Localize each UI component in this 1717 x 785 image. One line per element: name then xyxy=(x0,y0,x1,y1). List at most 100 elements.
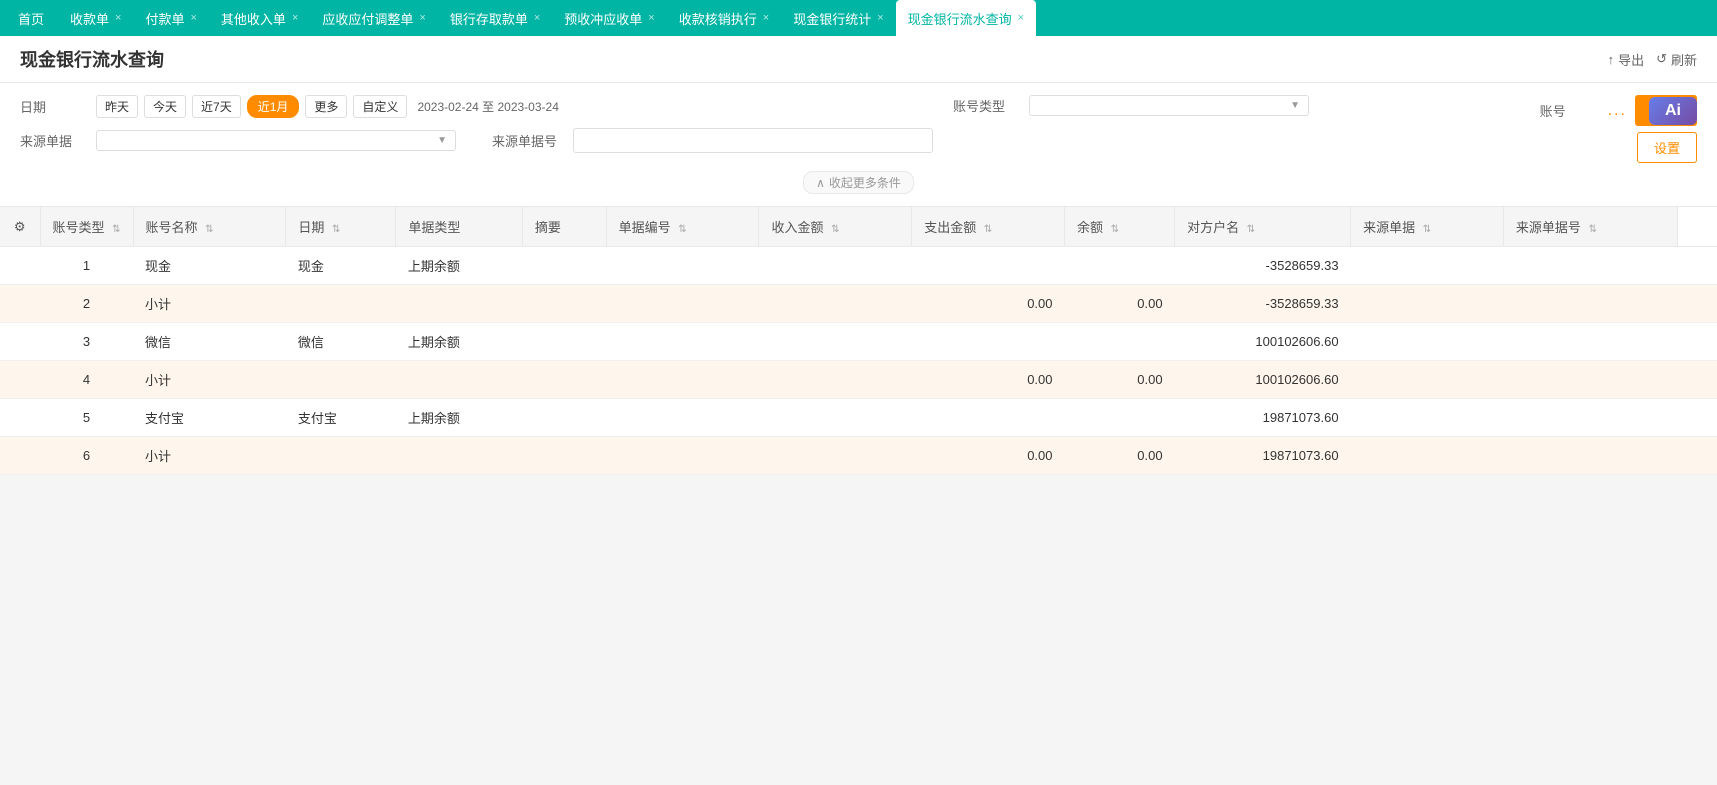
table-row[interactable]: 6小计0.000.0019871073.60 xyxy=(0,437,1717,475)
col-doc-no[interactable]: 单据编号 ⇅ xyxy=(606,207,759,247)
doc-type-cell xyxy=(522,247,606,285)
col-source-doc-no[interactable]: 来源单据号 ⇅ xyxy=(1503,207,1677,247)
col-expense[interactable]: 支出金额 ⇅ xyxy=(912,207,1065,247)
col-account-name[interactable]: 账号名称 ⇅ xyxy=(133,207,286,247)
table-row[interactable]: 1现金现金上期余额-3528659.33 xyxy=(0,247,1717,285)
table-row[interactable]: 2小计0.000.00-3528659.33 xyxy=(0,285,1717,323)
close-icon[interactable]: × xyxy=(877,12,883,24)
counterpart-cell xyxy=(1351,247,1504,285)
col-date[interactable]: 日期 ⇅ xyxy=(286,207,396,247)
source-doc-select[interactable]: ▼ xyxy=(96,130,456,151)
nav-item-qitashoru[interactable]: 其他收入单 × xyxy=(209,0,310,36)
source-doc-cell xyxy=(1503,285,1677,323)
close-icon[interactable]: × xyxy=(190,12,196,24)
source-doc-no-cell xyxy=(1677,437,1717,475)
doc-no-cell xyxy=(759,437,912,475)
summary-cell xyxy=(606,361,759,399)
nav-item-yingshoutiaozheng[interactable]: 应收应付调整单 × xyxy=(310,0,437,36)
export-button[interactable]: ↑ 导出 xyxy=(1608,50,1645,69)
doc-no-cell xyxy=(759,399,912,437)
last1month-btn[interactable]: 近1月 xyxy=(247,95,300,118)
ai-badge[interactable]: Ai xyxy=(1649,97,1697,125)
summary-cell xyxy=(606,399,759,437)
col-counterpart[interactable]: 对方户名 ⇅ xyxy=(1175,207,1351,247)
account-name-cell: 微信 xyxy=(286,323,396,361)
col-balance[interactable]: 余额 ⇅ xyxy=(1065,207,1175,247)
chevron-down-icon: ▼ xyxy=(437,135,447,146)
last7days-btn[interactable]: 近7天 xyxy=(192,95,241,118)
close-icon[interactable]: × xyxy=(1018,12,1024,24)
expense-cell: 0.00 xyxy=(1065,285,1175,323)
col-source-doc[interactable]: 来源单据 ⇅ xyxy=(1351,207,1504,247)
nav-item-shoukuanhexiao[interactable]: 收款核销执行 × xyxy=(667,0,781,36)
account-type-cell: 支付宝 xyxy=(133,399,286,437)
date-options: 昨天 今天 近7天 近1月 更多 自定义 2023-02-24 至 2023-0… xyxy=(96,95,559,118)
col-income[interactable]: 收入金额 ⇅ xyxy=(759,207,912,247)
account-type-cell: 小计 xyxy=(133,285,286,323)
filter-row-date: 日期 昨天 今天 近7天 近1月 更多 自定义 2023-02-24 至 202… xyxy=(20,95,933,118)
filter-row-source: 来源单据 ▼ 来源单据号 xyxy=(20,128,933,153)
close-icon[interactable]: × xyxy=(648,12,654,24)
yesterday-btn[interactable]: 昨天 xyxy=(96,95,138,118)
more-btn[interactable]: 更多 xyxy=(305,95,347,118)
nav-item-fukuan[interactable]: 付款单 × xyxy=(133,0,208,36)
summary-cell xyxy=(606,285,759,323)
col-doc-type[interactable]: 单据类型 xyxy=(396,207,522,247)
source-doc-no-cell xyxy=(1677,247,1717,285)
page-header: 现金银行流水查询 ↑ 导出 ↺ 刷新 xyxy=(0,36,1717,83)
source-doc-no-input[interactable] xyxy=(573,128,933,153)
nav-item-xianjinyinhang[interactable]: 现金银行统计 × xyxy=(781,0,895,36)
table-row[interactable]: 5支付宝支付宝上期余额19871073.60 xyxy=(0,399,1717,437)
row-settings-cell xyxy=(0,323,40,361)
nav-item-yushouchong[interactable]: 预收冲应收单 × xyxy=(552,0,666,36)
refresh-icon: ↺ xyxy=(1656,51,1667,67)
filter-row-account-type: 账号类型 ▼ xyxy=(953,95,1477,116)
income-cell: 0.00 xyxy=(912,437,1065,475)
today-btn[interactable]: 今天 xyxy=(144,95,186,118)
income-cell xyxy=(912,399,1065,437)
summary-cell xyxy=(606,247,759,285)
header-actions: ↑ 导出 ↺ 刷新 xyxy=(1608,50,1697,69)
source-doc-no-cell xyxy=(1677,399,1717,437)
col-summary[interactable]: 摘要 xyxy=(522,207,606,247)
account-dots-btn[interactable]: ... xyxy=(1608,102,1627,120)
date-cell: 上期余额 xyxy=(396,323,522,361)
collapse-button[interactable]: ∧ 收起更多条件 xyxy=(803,171,914,194)
close-icon[interactable]: × xyxy=(115,12,121,24)
close-icon[interactable]: × xyxy=(534,12,540,24)
summary-cell xyxy=(606,323,759,361)
nav-item-yinhangcunqu[interactable]: 银行存取款单 × xyxy=(438,0,552,36)
close-icon[interactable]: × xyxy=(292,12,298,24)
refresh-button[interactable]: ↺ 刷新 xyxy=(1656,50,1697,69)
income-cell: 0.00 xyxy=(912,285,1065,323)
date-cell xyxy=(396,285,522,323)
doc-type-cell xyxy=(522,437,606,475)
account-type-select[interactable]: ▼ xyxy=(1029,95,1309,116)
col-settings[interactable]: ⚙ xyxy=(0,207,40,247)
sort-icon: ⇅ xyxy=(1423,224,1431,235)
custom-btn[interactable]: 自定义 xyxy=(353,95,407,118)
table-row[interactable]: 4小计0.000.00100102606.60 xyxy=(0,361,1717,399)
doc-no-cell xyxy=(759,361,912,399)
balance-cell: -3528659.33 xyxy=(1175,285,1351,323)
nav-home[interactable]: 首页 xyxy=(4,0,58,36)
table-row[interactable]: 3微信微信上期余额100102606.60 xyxy=(0,323,1717,361)
close-icon[interactable]: × xyxy=(419,12,425,24)
doc-type-cell xyxy=(522,323,606,361)
col-account-type[interactable]: 账号类型 ⇅ xyxy=(40,207,133,247)
expense-cell: 0.00 xyxy=(1065,361,1175,399)
source-doc-cell xyxy=(1503,437,1677,475)
nav-item-shoukuan[interactable]: 收款单 × xyxy=(58,0,133,36)
row-settings-cell xyxy=(0,247,40,285)
row-settings-cell xyxy=(0,399,40,437)
close-icon[interactable]: × xyxy=(763,12,769,24)
row-number: 5 xyxy=(40,399,133,437)
counterpart-cell xyxy=(1351,285,1504,323)
account-name-cell: 现金 xyxy=(286,247,396,285)
page-title: 现金银行流水查询 xyxy=(20,46,164,72)
doc-no-cell xyxy=(759,323,912,361)
account-type-cell: 微信 xyxy=(133,323,286,361)
settings-button[interactable]: 设置 xyxy=(1637,132,1697,163)
collapse-bar: ∧ 收起更多条件 xyxy=(20,171,1697,194)
nav-item-liushuichaxun[interactable]: 现金银行流水查询 × xyxy=(896,0,1036,36)
